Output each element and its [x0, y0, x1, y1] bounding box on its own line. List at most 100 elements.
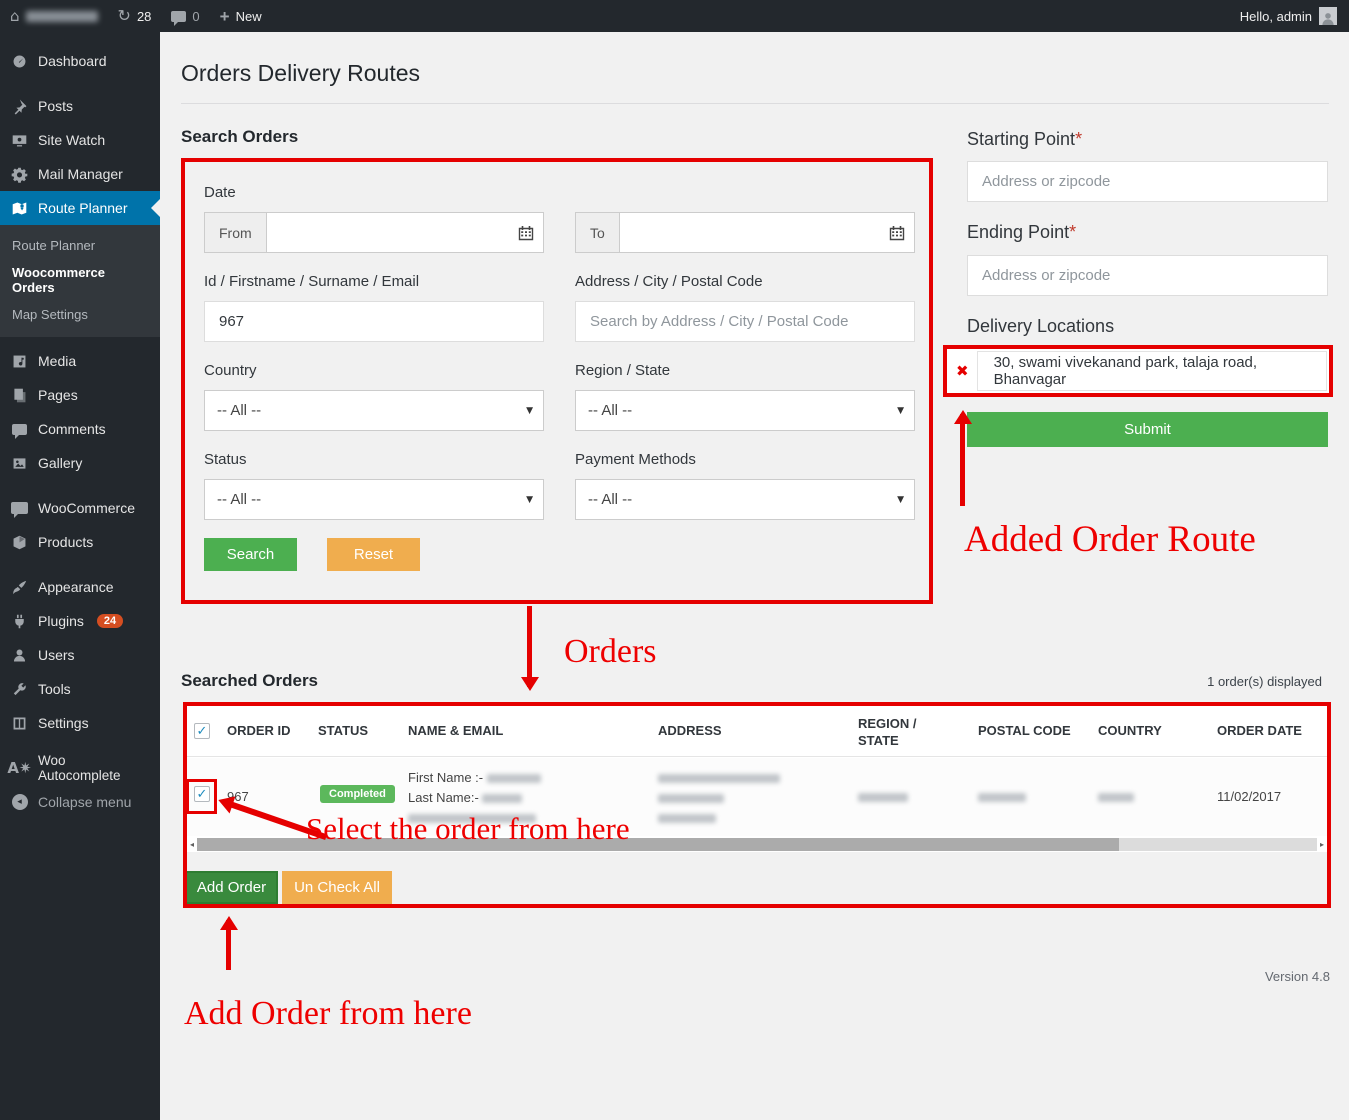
sidebar-item-comments[interactable]: Comments — [0, 412, 160, 446]
searched-orders-heading: Searched Orders — [181, 671, 319, 690]
country-label: Country — [204, 362, 257, 379]
pages-icon — [10, 386, 29, 405]
redacted-text — [978, 793, 1026, 803]
payment-select[interactable]: -- All -- ▼ — [575, 479, 915, 520]
calendar-icon — [518, 226, 534, 241]
redacted-text — [486, 774, 541, 784]
comment-bubble-icon — [10, 420, 29, 439]
select-all-checkbox[interactable]: ✓ — [194, 723, 210, 739]
chevron-down-icon: ▼ — [897, 405, 904, 416]
updates-icon: ↻ — [117, 6, 131, 25]
country-select[interactable]: -- All -- ▼ — [204, 390, 544, 431]
greeting-text: Hello, admin — [1239, 8, 1312, 24]
col-order-id: ORDER ID — [227, 723, 291, 738]
chevron-down-icon: ▼ — [897, 494, 904, 505]
new-content-link[interactable]: + New — [210, 0, 272, 32]
comments-link[interactable]: 0 — [161, 0, 209, 32]
account-menu[interactable]: Hello, admin — [1228, 7, 1349, 25]
updates-count: 28 — [136, 8, 152, 24]
sidebar-item-label: Settings — [38, 715, 89, 731]
redacted-text — [658, 814, 716, 824]
horizontal-scrollbar: ◂ ▸ — [187, 836, 1327, 852]
sidebar-item-label: Pages — [38, 387, 78, 403]
updates-link[interactable]: ↻ 28 — [108, 0, 162, 32]
scrollbar-track[interactable] — [197, 837, 1317, 851]
redacted-text — [658, 774, 780, 784]
redacted-text — [1098, 793, 1134, 803]
sidebar-item-settings[interactable]: Settings — [0, 706, 160, 740]
table-row[interactable]: ✓ 967 Completed First Name :- Last Name:… — [187, 758, 1327, 836]
sidebar-item-media[interactable]: Media — [0, 344, 160, 378]
address-search-input[interactable] — [575, 301, 915, 342]
status-select[interactable]: -- All -- ▼ — [204, 479, 544, 520]
sidebar-item-label: Site Watch — [38, 132, 106, 148]
delivery-location-text: 30, swami vivekanand park, talaja road, … — [976, 351, 1327, 391]
cell-address-line2 — [658, 790, 724, 805]
site-home-link[interactable]: ⌂ — [0, 0, 108, 32]
sidebar-item-pages[interactable]: Pages — [0, 378, 160, 412]
sidebar-item-site-watch[interactable]: Site Watch — [0, 123, 160, 157]
scrollbar-thumb[interactable] — [197, 837, 1119, 851]
col-postal-code: POSTAL CODE — [978, 723, 1071, 738]
search-button[interactable]: Search — [204, 538, 297, 571]
sidebar-item-collapse-menu[interactable]: ◂ Collapse menu — [0, 785, 160, 819]
address-search-label: Address / City / Postal Code — [575, 273, 763, 290]
wrench-icon — [10, 680, 29, 699]
sidebar-item-plugins[interactable]: Plugins 24 — [0, 604, 160, 638]
cell-region — [858, 789, 908, 804]
sidebar-item-mail-manager[interactable]: Mail Manager — [0, 157, 160, 191]
ending-point-input[interactable] — [967, 255, 1328, 296]
sidebar-item-products[interactable]: Products — [0, 525, 160, 559]
sidebar-item-dashboard[interactable]: Dashboard — [0, 44, 160, 78]
to-addon: To — [575, 212, 619, 253]
submit-button[interactable]: Submit — [967, 412, 1328, 447]
region-label: Region / State — [575, 362, 671, 379]
submenu-item-woocommerce-orders[interactable]: Woocommerce Orders — [0, 259, 160, 301]
collapse-icon: ◂ — [10, 793, 29, 812]
date-to-input[interactable] — [618, 212, 915, 253]
sidebar-item-appearance[interactable]: Appearance — [0, 570, 160, 604]
sidebar-item-gallery[interactable]: Gallery — [0, 446, 160, 480]
remove-location-icon[interactable]: ✖ — [947, 362, 977, 380]
region-select[interactable]: -- All -- ▼ — [575, 390, 915, 431]
sidebar-item-route-planner[interactable]: Route Planner — [0, 191, 160, 225]
sidebar-item-users[interactable]: Users — [0, 638, 160, 672]
sidebar-item-woo-autocomplete[interactable]: A✷ Woo Autocomplete — [0, 751, 160, 785]
col-address: ADDRESS — [658, 723, 722, 738]
cell-order-date: 11/02/2017 — [1217, 789, 1282, 804]
submenu-item-route-planner[interactable]: Route Planner — [0, 232, 160, 259]
cube-icon — [10, 533, 29, 552]
search-orders-form: Date From To Id / Firstname / Surname / … — [185, 162, 929, 600]
delivery-location-item: ✖ 30, swami vivekanand park, talaja road… — [943, 345, 1333, 397]
from-addon: From — [204, 212, 266, 253]
status-badge: Completed — [320, 785, 395, 803]
scroll-right-arrow[interactable]: ▸ — [1317, 840, 1327, 849]
starting-point-label: Starting Point* — [967, 129, 1083, 149]
submenu-item-map-settings[interactable]: Map Settings — [0, 301, 160, 328]
redacted-text — [408, 814, 536, 824]
payment-selected-value: -- All -- — [588, 491, 633, 508]
sidebar-item-posts[interactable]: Posts — [0, 89, 160, 123]
sidebar-item-label: Gallery — [38, 455, 83, 471]
map-icon — [10, 199, 29, 218]
route-planner-submenu: Route Planner Woocommerce Orders Map Set… — [0, 225, 160, 337]
region-selected-value: -- All -- — [588, 402, 633, 419]
monitor-icon — [10, 131, 29, 150]
sidebar-item-label: Users — [38, 647, 75, 663]
autocomplete-icon: A✷ — [7, 758, 32, 777]
sidebar-item-tools[interactable]: Tools — [0, 672, 160, 706]
chevron-down-icon: ▼ — [526, 494, 533, 505]
date-from-input[interactable] — [265, 212, 544, 253]
uncheck-all-button[interactable]: Un Check All — [282, 871, 392, 904]
avatar — [1319, 7, 1337, 25]
reset-button[interactable]: Reset — [327, 538, 420, 571]
starting-point-input[interactable] — [967, 161, 1328, 202]
sidebar-item-woocommerce[interactable]: WooCommerce — [0, 491, 160, 525]
sliders-icon — [10, 714, 29, 733]
table-header-row: ✓ ORDER ID STATUS NAME & EMAIL ADDRESS R… — [187, 706, 1327, 757]
scroll-left-arrow[interactable]: ◂ — [187, 840, 197, 849]
sidebar-item-label: Woo Autocomplete — [38, 753, 121, 783]
id-search-input[interactable] — [204, 301, 544, 342]
add-order-button[interactable]: Add Order — [185, 871, 278, 904]
order-row-checkbox[interactable]: ✓ — [194, 786, 210, 802]
